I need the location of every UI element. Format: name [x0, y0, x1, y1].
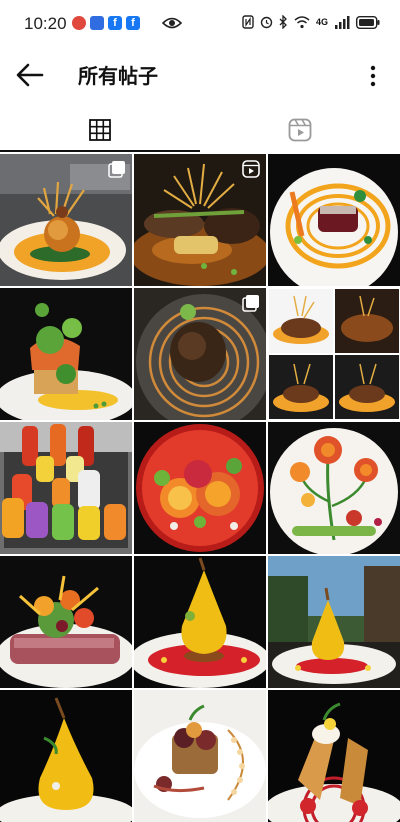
facebook-icon: f [126, 16, 140, 30]
post-8-image [134, 422, 266, 554]
post-3[interactable] [268, 154, 400, 286]
tab-grid[interactable] [0, 108, 200, 152]
status-time: 10:20 [24, 14, 67, 33]
network-label: 4G [315, 17, 328, 27]
post-14[interactable] [134, 690, 266, 822]
post-13-image [0, 690, 132, 822]
post-15[interactable] [268, 690, 400, 822]
tab-reels[interactable] [200, 108, 400, 152]
post-15-image [268, 690, 400, 822]
battery-icon [356, 15, 380, 29]
post-10[interactable] [0, 556, 132, 688]
post-12-image [268, 556, 400, 688]
signal-icon [335, 15, 350, 29]
post-11-image [134, 556, 266, 688]
multi-photo-icon [242, 295, 259, 312]
tab-bar [0, 108, 400, 152]
post-14-image [134, 690, 266, 822]
post-4[interactable] [0, 288, 132, 420]
alarm-icon [260, 16, 273, 29]
post-6-image [268, 288, 400, 420]
bluetooth-icon [279, 15, 287, 29]
status-bar: 10:20 f f 4G [0, 0, 400, 48]
grid-icon [89, 119, 111, 141]
wifi-icon [294, 15, 310, 28]
eye-icon [162, 17, 182, 29]
post-5[interactable] [134, 288, 266, 420]
post-8[interactable] [134, 422, 266, 554]
active-tab-indicator [0, 150, 200, 152]
status-icons: 4G [242, 15, 380, 29]
post-9-image [268, 422, 400, 554]
post-6[interactable] [268, 288, 400, 420]
post-1[interactable] [0, 154, 132, 286]
reel-icon [242, 160, 260, 178]
facebook-icon: f [108, 16, 122, 30]
post-7[interactable] [0, 422, 132, 554]
post-9[interactable] [268, 422, 400, 554]
post-11[interactable] [134, 556, 266, 688]
multi-photo-icon [108, 161, 125, 178]
post-12[interactable] [268, 556, 400, 688]
camera-app-icon [90, 16, 104, 30]
post-3-image [268, 154, 400, 286]
page-title: 所有帖子 [78, 64, 158, 88]
app-header: 所有帖子 [0, 48, 400, 102]
location-alert-icon [72, 16, 86, 30]
more-vertical-icon[interactable] [368, 64, 378, 88]
post-grid [0, 154, 400, 822]
post-7-image [0, 422, 132, 554]
reels-icon [288, 118, 312, 142]
post-10-image [0, 556, 132, 688]
post-13[interactable] [0, 690, 132, 822]
nfc-icon [242, 15, 254, 29]
arrow-left-icon[interactable] [16, 62, 44, 88]
post-4-image [0, 288, 132, 420]
post-2[interactable] [134, 154, 266, 286]
